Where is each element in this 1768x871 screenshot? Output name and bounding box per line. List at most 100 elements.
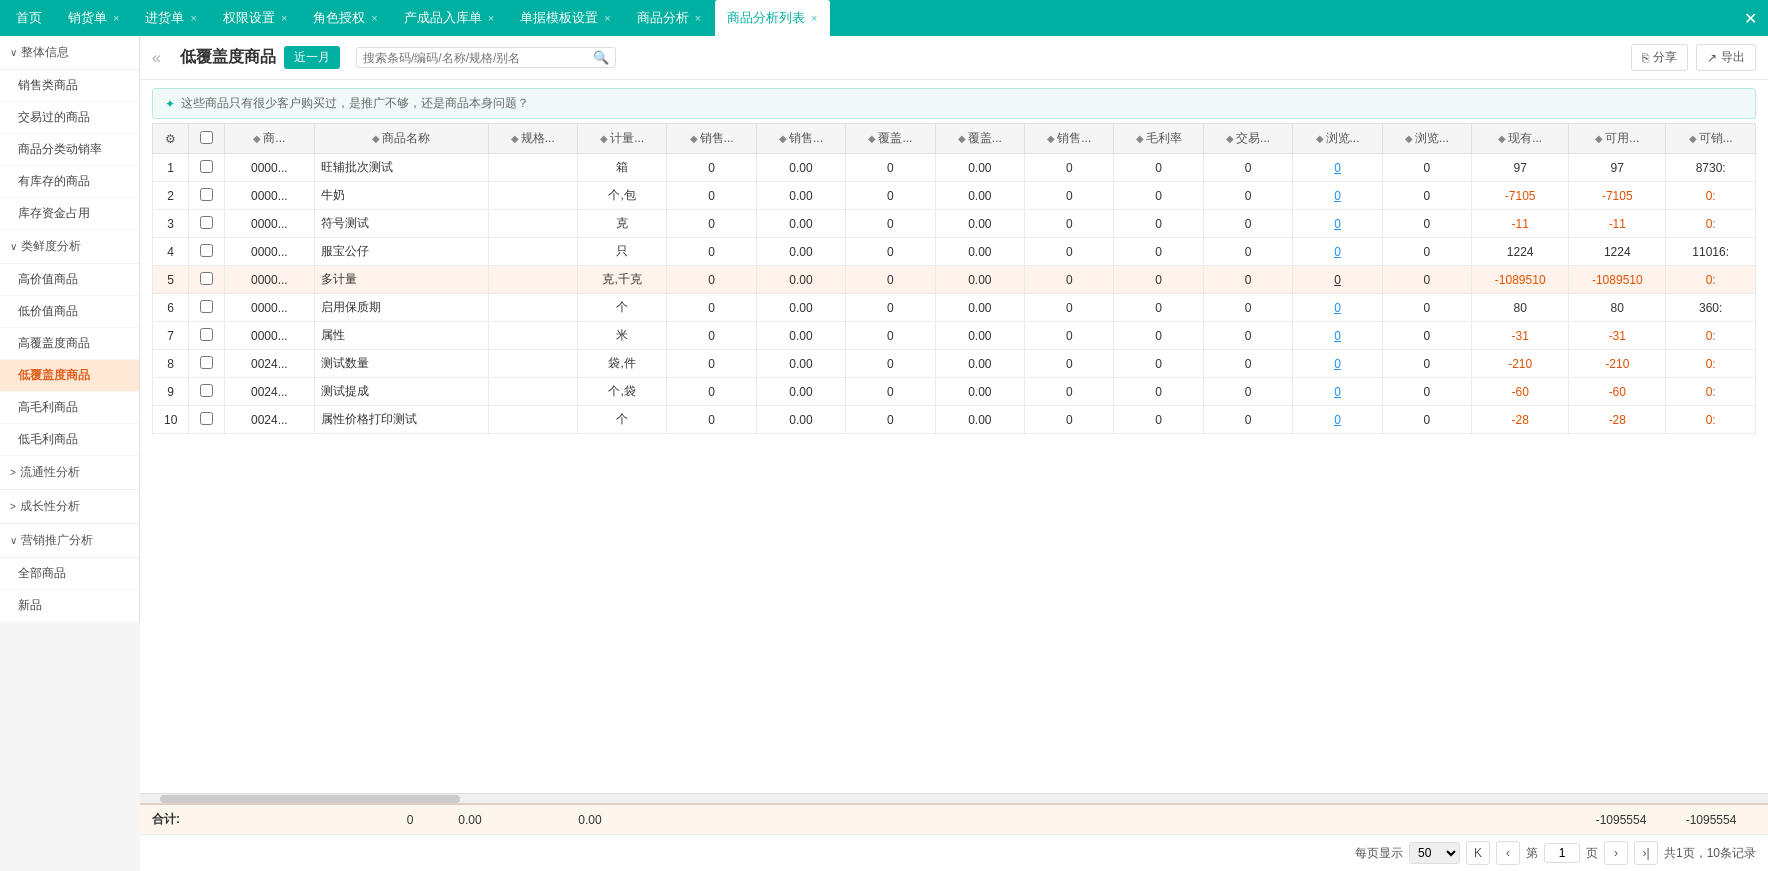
sidebar-item-低毛利商品[interactable]: 低毛利商品 xyxy=(0,424,139,456)
row-browse1[interactable]: 0 xyxy=(1293,266,1382,294)
sidebar-section-营销推广分析[interactable]: ∨营销推广分析 xyxy=(0,524,139,558)
row-trade: 0 xyxy=(1203,154,1292,182)
nav-tab-进货单[interactable]: 进货单× xyxy=(133,0,208,36)
column-header-4[interactable]: ◆规格... xyxy=(488,124,577,154)
sidebar-section-整体信息[interactable]: ∨整体信息 xyxy=(0,36,139,70)
column-header-16[interactable]: ◆可用... xyxy=(1569,124,1666,154)
table-container[interactable]: ⚙◆商...◆商品名称◆规格...◆计量...◆销售...◆销售...◆覆盖..… xyxy=(140,123,1768,793)
row-browse1[interactable]: 0 xyxy=(1293,322,1382,350)
column-header-17[interactable]: ◆可销... xyxy=(1666,124,1756,154)
column-header-5[interactable]: ◆计量... xyxy=(577,124,666,154)
sidebar-section-成长性分析[interactable]: >成长性分析 xyxy=(0,490,139,524)
last-page-button[interactable]: ›| xyxy=(1634,841,1658,865)
sidebar-item-高价值商品[interactable]: 高价值商品 xyxy=(0,264,139,296)
tab-close-icon[interactable]: × xyxy=(695,12,701,24)
tab-close-icon[interactable]: × xyxy=(811,12,817,24)
row-s1: 0 xyxy=(667,182,756,210)
export-button[interactable]: ↗ 导出 xyxy=(1696,44,1756,71)
nav-tab-首页[interactable]: 首页 xyxy=(4,0,54,36)
page-number-input[interactable] xyxy=(1544,843,1580,863)
column-header-15[interactable]: ◆现有... xyxy=(1472,124,1569,154)
sidebar-section-流通性分析[interactable]: >流通性分析 xyxy=(0,456,139,490)
row-checkbox[interactable] xyxy=(189,350,225,378)
sidebar-item-库存资金占用[interactable]: 库存资金占用 xyxy=(0,198,139,230)
nav-tab-产成品入库单[interactable]: 产成品入库单× xyxy=(392,0,506,36)
sidebar-item-低价值商品[interactable]: 低价值商品 xyxy=(0,296,139,328)
sidebar-item-高毛利商品[interactable]: 高毛利商品 xyxy=(0,392,139,424)
row-browse1[interactable]: 0 xyxy=(1293,378,1382,406)
row-browse1[interactable]: 0 xyxy=(1293,210,1382,238)
horizontal-scrollbar[interactable] xyxy=(140,793,1768,803)
row-s2: 0.00 xyxy=(756,322,845,350)
column-header-2[interactable]: ◆商... xyxy=(225,124,314,154)
row-browse1[interactable]: 0 xyxy=(1293,294,1382,322)
next-page-button[interactable]: › xyxy=(1604,841,1628,865)
row-checkbox[interactable] xyxy=(189,406,225,434)
settings-icon[interactable]: ⚙ xyxy=(165,132,176,146)
column-header-10[interactable]: ◆销售... xyxy=(1025,124,1114,154)
row-browse1[interactable]: 0 xyxy=(1293,238,1382,266)
prev-page-button[interactable]: ‹ xyxy=(1496,841,1520,865)
sidebar-section-类鲜度分析[interactable]: ∨类鲜度分析 xyxy=(0,230,139,264)
time-filter-button[interactable]: 近一月 xyxy=(284,46,340,69)
nav-tab-商品分析列表[interactable]: 商品分析列表× xyxy=(715,0,829,36)
column-header-14[interactable]: ◆浏览... xyxy=(1382,124,1471,154)
row-checkbox[interactable] xyxy=(189,210,225,238)
row-unit: 个 xyxy=(577,406,666,434)
sidebar-item-新品[interactable]: 新品 xyxy=(0,590,139,622)
nav-tab-商品分析[interactable]: 商品分析× xyxy=(625,0,713,36)
sidebar-collapse-button[interactable]: « xyxy=(152,49,172,67)
export-icon: ↗ xyxy=(1707,51,1717,65)
column-header-13[interactable]: ◆浏览... xyxy=(1293,124,1382,154)
nav-tab-销货单[interactable]: 销货单× xyxy=(56,0,131,36)
row-c1: 0 xyxy=(846,350,935,378)
row-checkbox[interactable] xyxy=(189,266,225,294)
row-checkbox[interactable] xyxy=(189,322,225,350)
tab-close-icon[interactable]: × xyxy=(281,12,287,24)
sidebar-item-低覆盖度商品[interactable]: 低覆盖度商品 xyxy=(0,360,139,392)
row-checkbox[interactable] xyxy=(189,182,225,210)
column-header-11[interactable]: ◆毛利率 xyxy=(1114,124,1203,154)
nav-tab-权限设置[interactable]: 权限设置× xyxy=(211,0,299,36)
row-browse1[interactable]: 0 xyxy=(1293,154,1382,182)
sidebar-item-交易过的商品[interactable]: 交易过的商品 xyxy=(0,102,139,134)
page-size-select[interactable]: 50 100 200 xyxy=(1409,842,1460,864)
window-close-button[interactable]: ✕ xyxy=(1736,4,1764,32)
tab-close-icon[interactable]: × xyxy=(488,12,494,24)
tab-close-icon[interactable]: × xyxy=(113,12,119,24)
column-header-7[interactable]: ◆销售... xyxy=(756,124,845,154)
row-trade: 0 xyxy=(1203,182,1292,210)
column-header-6[interactable]: ◆销售... xyxy=(667,124,756,154)
first-page-button[interactable]: K xyxy=(1466,841,1490,865)
column-header-8[interactable]: ◆覆盖... xyxy=(846,124,935,154)
row-browse1[interactable]: 0 xyxy=(1293,182,1382,210)
share-button[interactable]: ⎘ 分享 xyxy=(1631,44,1688,71)
row-checkbox[interactable] xyxy=(189,238,225,266)
sidebar-item-高覆盖度商品[interactable]: 高覆盖度商品 xyxy=(0,328,139,360)
row-browse1[interactable]: 0 xyxy=(1293,406,1382,434)
sidebar-item-全部商品[interactable]: 全部商品 xyxy=(0,558,139,590)
column-header-12[interactable]: ◆交易... xyxy=(1203,124,1292,154)
row-stock: -60 xyxy=(1472,378,1569,406)
nav-tab-角色授权[interactable]: 角色授权× xyxy=(301,0,389,36)
column-header-0[interactable]: ⚙ xyxy=(153,124,189,154)
sidebar-item-销售类商品[interactable]: 销售类商品 xyxy=(0,70,139,102)
sidebar-item-有库存的商品[interactable]: 有库存的商品 xyxy=(0,166,139,198)
row-browse1[interactable]: 0 xyxy=(1293,350,1382,378)
tab-close-icon[interactable]: × xyxy=(371,12,377,24)
search-input[interactable] xyxy=(363,51,593,65)
row-checkbox[interactable] xyxy=(189,378,225,406)
column-header-1[interactable] xyxy=(189,124,225,154)
select-all-checkbox[interactable] xyxy=(200,131,213,144)
tab-close-icon[interactable]: × xyxy=(604,12,610,24)
row-c2: 0.00 xyxy=(935,154,1024,182)
content-area: « 低覆盖度商品 近一月 🔍 ⎘ 分享 ↗ 导出 ✦ 这些商品只有很少客户购买过… xyxy=(140,36,1768,871)
nav-tab-单据模板设置[interactable]: 单据模板设置× xyxy=(508,0,622,36)
row-c2: 0.00 xyxy=(935,350,1024,378)
column-header-3[interactable]: ◆商品名称 xyxy=(314,124,488,154)
column-header-9[interactable]: ◆覆盖... xyxy=(935,124,1024,154)
tab-close-icon[interactable]: × xyxy=(190,12,196,24)
row-checkbox[interactable] xyxy=(189,294,225,322)
row-checkbox[interactable] xyxy=(189,154,225,182)
sidebar-item-商品分类动销率[interactable]: 商品分类动销率 xyxy=(0,134,139,166)
